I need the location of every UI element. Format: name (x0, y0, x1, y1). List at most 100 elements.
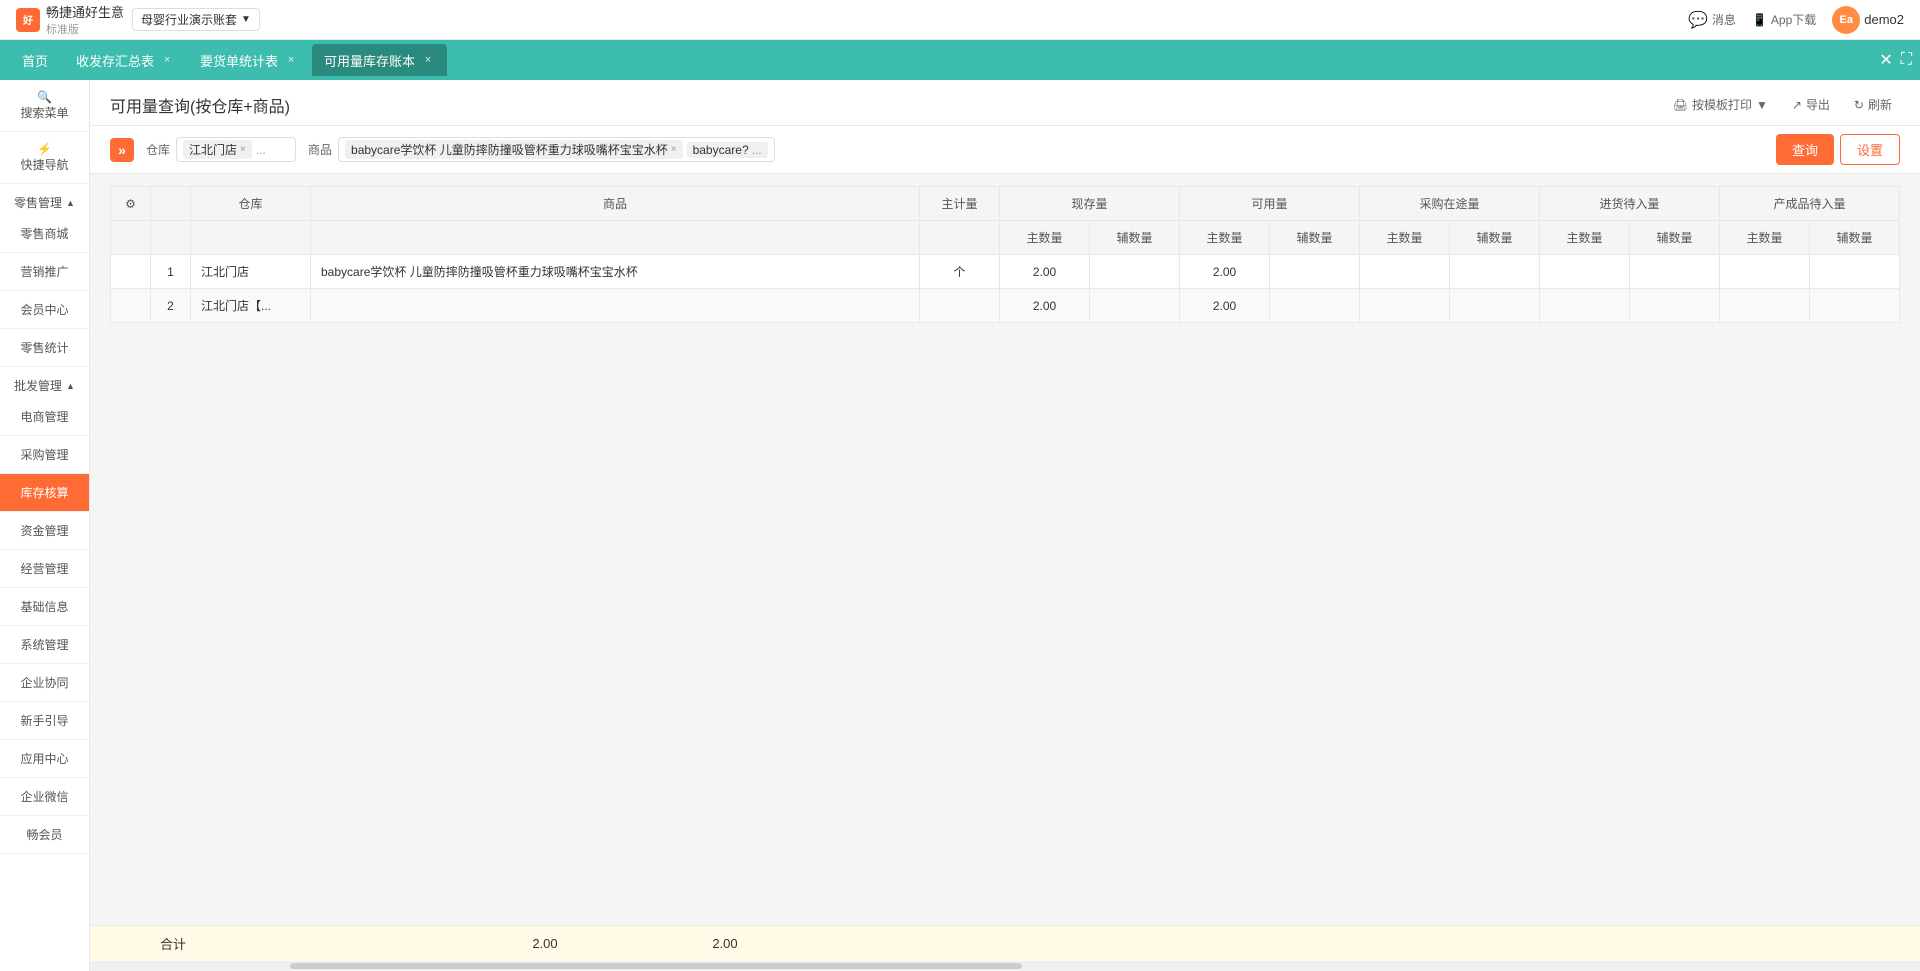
brand-logo: 好 畅捷通好生意 标准版 (16, 2, 124, 37)
message-button[interactable]: 💬 消息 (1688, 10, 1736, 30)
warehouse-filter-more[interactable]: ... (256, 143, 266, 157)
cell-current-aux-1 (1090, 255, 1180, 289)
sidebar: 🔍 搜索菜单 ⚡ 快捷导航 零售管理 ▲ 零售商城 营销推广 会员中心 零售统计… (0, 80, 90, 971)
footer-label: 合计 (110, 934, 230, 953)
th-main-unit: 主计量 (920, 187, 1000, 221)
th-available-main: 主数量 (1180, 221, 1270, 255)
warehouse-filter-group: 仓库 江北门店 × ... (146, 137, 296, 162)
cell-purchase-transit-main-1 (1360, 255, 1450, 289)
sidebar-item-member[interactable]: 会员中心 (0, 291, 89, 329)
warehouse-label: 母婴行业演示账套 (141, 11, 237, 28)
sidebar-item-retail-mall-label: 零售商城 (8, 225, 81, 242)
sidebar-item-new-guide[interactable]: 新手引导 (0, 702, 89, 740)
filter-actions: 查询 设置 (1776, 134, 1900, 165)
brand-icon: 好 (16, 8, 40, 32)
chevron-down-icon-2: ▲ (66, 381, 75, 391)
th-settings[interactable]: ⚙ (111, 187, 151, 221)
maximize-button[interactable]: ⛶ (1901, 51, 1912, 69)
product-filter-label: 商品 (308, 141, 332, 158)
close-all-tabs-button[interactable]: ✕ (1879, 50, 1892, 70)
product-tag-1: babycare学饮杯 儿童防摔防撞吸管杯重力球吸嘴杯宝宝水杯 × (345, 140, 683, 159)
sidebar-item-app-center[interactable]: 应用中心 (0, 740, 89, 778)
refresh-button[interactable]: ↻ 刷新 (1846, 92, 1900, 117)
settings-button[interactable]: 设置 (1840, 134, 1900, 165)
sidebar-item-ecommerce[interactable]: 电商管理 (0, 398, 89, 436)
data-table: ⚙ 仓库 商品 主计量 现存量 可用量 采购在途量 进货待入量 产成品待入量 (110, 186, 1900, 323)
th-finished-main: 主数量 (1720, 221, 1810, 255)
sidebar-item-purchase[interactable]: 采购管理 (0, 436, 89, 474)
th-current-main: 主数量 (1000, 221, 1090, 255)
product-tag-2-more[interactable]: ... (752, 143, 762, 157)
sidebar-item-nav[interactable]: ⚡ 快捷导航 (0, 132, 89, 184)
table-footer: 合计 2.00 2.00 (90, 925, 1920, 961)
th-finished-goods-pending: 产成品待入量 (1720, 187, 1900, 221)
footer-available-aux (770, 936, 860, 951)
chevron-print-icon: ▼ (1756, 98, 1768, 112)
sidebar-item-finance[interactable]: 资金管理 (0, 512, 89, 550)
sidebar-item-operations-label: 经营管理 (8, 560, 81, 577)
tab-home[interactable]: 首页 (8, 44, 62, 76)
sidebar-item-sys-mgmt[interactable]: 系统管理 (0, 626, 89, 664)
footer-empty-3 (410, 936, 500, 951)
product-tag-1-close[interactable]: × (671, 144, 677, 155)
tab-bar-right: ✕ ⛶ (1879, 50, 1912, 70)
sidebar-item-enterprise-wechat[interactable]: 企业微信 (0, 778, 89, 816)
cell-warehouse-2: 江北门店【... (191, 289, 311, 323)
cell-settings-2 (111, 289, 151, 323)
export-label: 导出 (1806, 96, 1830, 113)
sidebar-item-inventory-label: 库存核算 (8, 484, 81, 501)
warehouse-filter-input[interactable]: 江北门店 × ... (176, 137, 296, 162)
cell-available-aux-2 (1270, 289, 1360, 323)
tab-bar: 首页 收发存汇总表 × 要货单统计表 × 可用量库存账本 × ✕ ⛶ (0, 40, 1920, 80)
th-num (151, 187, 191, 221)
page-actions: 🖨 按模板打印 ▼ ↗ 导出 ↻ 刷新 (1665, 92, 1900, 117)
sidebar-item-search[interactable]: 🔍 搜索菜单 (0, 80, 89, 132)
query-button[interactable]: 查询 (1776, 134, 1834, 165)
th-finished-aux: 辅数量 (1810, 221, 1900, 255)
app-download-button[interactable]: 📱 App下载 (1752, 11, 1816, 28)
footer-empty-2 (320, 936, 410, 951)
th-current-stock: 现存量 (1000, 187, 1180, 221)
sidebar-item-enterprise[interactable]: 企业协同 (0, 664, 89, 702)
tab-available-inventory-close[interactable]: × (421, 53, 435, 67)
sidebar-item-finance-label: 资金管理 (8, 522, 81, 539)
sidebar-item-operations[interactable]: 经营管理 (0, 550, 89, 588)
sidebar-item-new-guide-label: 新手引导 (8, 712, 81, 729)
scrollbar-track[interactable] (290, 963, 1022, 969)
th-purchase-transit-main: 主数量 (1360, 221, 1450, 255)
export-button[interactable]: ↗ 导出 (1784, 92, 1838, 117)
tab-receive-summary[interactable]: 收发存汇总表 × (64, 44, 186, 76)
sidebar-item-retail-stats[interactable]: 零售统计 (0, 329, 89, 367)
sidebar-item-enterprise-label: 企业协同 (8, 674, 81, 691)
tab-available-inventory[interactable]: 可用量库存账本 × (312, 44, 447, 76)
sidebar-item-vip[interactable]: 畅会员 (0, 816, 89, 854)
sidebar-item-inventory[interactable]: 库存核算 (0, 474, 89, 512)
user-profile[interactable]: Ea demo2 (1832, 6, 1904, 34)
cell-purchase-transit-aux-2 (1450, 289, 1540, 323)
sidebar-item-sys-mgmt-label: 系统管理 (8, 636, 81, 653)
cell-purchase-transit-aux-1 (1450, 255, 1540, 289)
cell-available-main-1: 2.00 (1180, 255, 1270, 289)
th-sub-warehouse (191, 221, 311, 255)
print-button[interactable]: 🖨 按模板打印 ▼ (1665, 92, 1776, 117)
cell-current-main-1: 2.00 (1000, 255, 1090, 289)
sidebar-item-marketing[interactable]: 营销推广 (0, 253, 89, 291)
tab-order-stats-close[interactable]: × (284, 53, 298, 67)
warehouse-tag-1-close[interactable]: × (240, 144, 246, 155)
product-filter-input[interactable]: babycare学饮杯 儿童防摔防撞吸管杯重力球吸嘴杯宝宝水杯 × babyca… (338, 137, 775, 162)
brand-info: 畅捷通好生意 标准版 (46, 2, 124, 37)
footer-current-main: 2.00 (500, 936, 590, 951)
footer-current-aux (590, 936, 680, 951)
sidebar-item-retail-mall[interactable]: 零售商城 (0, 215, 89, 253)
warehouse-select[interactable]: 母婴行业演示账套 ▼ (132, 8, 260, 31)
th-available-aux: 辅数量 (1270, 221, 1360, 255)
tab-receive-summary-close[interactable]: × (160, 53, 174, 67)
top-bar-left: 好 畅捷通好生意 标准版 母婴行业演示账套 ▼ (16, 2, 260, 37)
sidebar-item-wholesale-mgmt[interactable]: 批发管理 ▲ (0, 367, 89, 398)
sidebar-item-basic-info[interactable]: 基础信息 (0, 588, 89, 626)
filter-expand-button[interactable]: » (110, 138, 134, 162)
sidebar-item-retail-mgmt[interactable]: 零售管理 ▲ (0, 184, 89, 215)
app-download-label: App下载 (1771, 11, 1816, 28)
tab-order-stats[interactable]: 要货单统计表 × (188, 44, 310, 76)
footer-available-main: 2.00 (680, 936, 770, 951)
